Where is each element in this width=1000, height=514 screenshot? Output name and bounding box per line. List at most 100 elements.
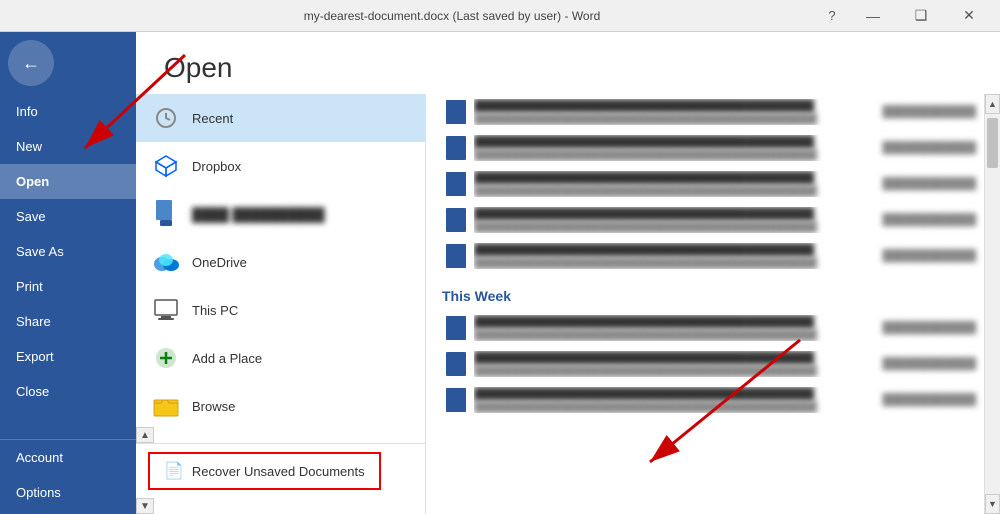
sidebar-item-share[interactable]: Share bbox=[0, 304, 136, 339]
file-item-w3[interactable]: ████████████████████████████████████████… bbox=[442, 382, 980, 418]
recover-icon: 📄 bbox=[164, 461, 184, 481]
file-path-w3: ████████████████████████████████████████… bbox=[474, 401, 874, 413]
file-item-4[interactable]: ████████████████████████████████████████… bbox=[442, 202, 980, 238]
app-body: ← Info New Open Save Save As Print Share bbox=[0, 32, 1000, 514]
file-info-w2: ████████████████████████████████████████… bbox=[474, 351, 874, 377]
file-item-w1[interactable]: ████████████████████████████████████████… bbox=[442, 310, 980, 346]
place-item-recent[interactable]: Recent bbox=[136, 94, 425, 142]
place-item-onedrive[interactable]: OneDrive bbox=[136, 238, 425, 286]
back-icon: ← bbox=[22, 53, 40, 74]
file-name-w1: ████████████████████████████████████████ bbox=[474, 315, 874, 329]
places-list: Recent Dropbox bbox=[136, 94, 425, 427]
recent-panel: ████████████████████████████████████████… bbox=[426, 94, 984, 514]
right-scrollbar: ▲ ▼ bbox=[984, 94, 1000, 514]
file-info-5: ████████████████████████████████████████… bbox=[474, 243, 874, 269]
sidebar-nav: Info New Open Save Save As Print Share E… bbox=[0, 94, 136, 514]
file-date-w2: ████████████ bbox=[882, 358, 976, 370]
right-scroll-track bbox=[985, 114, 1000, 494]
file-info-1: ████████████████████████████████████████… bbox=[474, 99, 874, 125]
file-path-w1: ████████████████████████████████████████… bbox=[474, 329, 874, 341]
sidebar-item-export[interactable]: Export bbox=[0, 339, 136, 374]
file-item-w2[interactable]: ████████████████████████████████████████… bbox=[442, 346, 980, 382]
sidebar-bottom: Account Options bbox=[0, 439, 136, 514]
browse-icon bbox=[152, 392, 180, 420]
file-path-2: ████████████████████████████████████████… bbox=[474, 149, 874, 161]
sidebar-item-open[interactable]: Open bbox=[0, 164, 136, 199]
file-date-w3: ████████████ bbox=[882, 394, 976, 406]
file-item-1[interactable]: ████████████████████████████████████████… bbox=[442, 94, 980, 130]
minimize-button[interactable]: — bbox=[850, 0, 896, 32]
sidebar-spacer bbox=[0, 409, 136, 439]
right-scroll-up[interactable]: ▲ bbox=[985, 94, 1000, 114]
file-info-3: ████████████████████████████████████████… bbox=[474, 171, 874, 197]
recent-files-above: ████████████████████████████████████████… bbox=[442, 94, 980, 274]
maximize-button[interactable]: ❑ bbox=[898, 0, 944, 32]
file-date-1: ████████████ bbox=[882, 106, 976, 118]
file-path-1: ████████████████████████████████████████… bbox=[474, 113, 874, 125]
place-label-browse: Browse bbox=[192, 399, 235, 414]
recover-label: Recover Unsaved Documents bbox=[192, 464, 365, 479]
place-label-recent: Recent bbox=[192, 111, 233, 126]
sidebar-item-print[interactable]: Print bbox=[0, 269, 136, 304]
file-icon-4 bbox=[446, 208, 466, 232]
close-button[interactable]: ✕ bbox=[946, 0, 992, 32]
right-panel-wrapper: ████████████████████████████████████████… bbox=[426, 94, 1000, 514]
file-name-3: ████████████████████████████████████████ bbox=[474, 171, 874, 185]
file-item-3[interactable]: ████████████████████████████████████████… bbox=[442, 166, 980, 202]
file-date-2: ████████████ bbox=[882, 142, 976, 154]
place-item-addplace[interactable]: Add a Place bbox=[136, 334, 425, 382]
file-icon-3 bbox=[446, 172, 466, 196]
sidebar-item-saveas[interactable]: Save As bbox=[0, 234, 136, 269]
places-panel: Recent Dropbox bbox=[136, 94, 426, 514]
file-info-w3: ████████████████████████████████████████… bbox=[474, 387, 874, 413]
sidebar-item-options[interactable]: Options bbox=[0, 475, 136, 510]
help-button[interactable]: ? bbox=[816, 0, 848, 32]
file-path-4: ████████████████████████████████████████… bbox=[474, 221, 874, 233]
file-icon-2 bbox=[446, 136, 466, 160]
file-icon-5 bbox=[446, 244, 466, 268]
back-button[interactable]: ← bbox=[8, 40, 54, 86]
file-name-1: ████████████████████████████████████████ bbox=[474, 99, 874, 113]
right-scroll-down[interactable]: ▼ bbox=[985, 494, 1000, 514]
dropbox-icon bbox=[152, 152, 180, 180]
custom-icon bbox=[152, 200, 180, 228]
place-item-browse[interactable]: Browse bbox=[136, 382, 425, 427]
file-info-2: ████████████████████████████████████████… bbox=[474, 135, 874, 161]
file-path-3: ████████████████████████████████████████… bbox=[474, 185, 874, 197]
file-name-2: ████████████████████████████████████████ bbox=[474, 135, 874, 149]
places-scroll-bottom[interactable]: ▼ bbox=[136, 498, 154, 514]
sidebar-item-save[interactable]: Save bbox=[0, 199, 136, 234]
file-icon-w1 bbox=[446, 316, 466, 340]
place-item-custom[interactable]: ████ ██████████ bbox=[136, 190, 425, 238]
file-date-3: ████████████ bbox=[882, 178, 976, 190]
place-item-thispc[interactable]: This PC bbox=[136, 286, 425, 334]
place-label-thispc: This PC bbox=[192, 303, 238, 318]
this-week-header: This Week bbox=[442, 274, 980, 310]
file-name-w3: ████████████████████████████████████████ bbox=[474, 387, 874, 401]
page-title: Open bbox=[164, 52, 972, 84]
title-bar-controls: ? — ❑ ✕ bbox=[816, 0, 992, 32]
sidebar-item-new[interactable]: New bbox=[0, 129, 136, 164]
addplace-icon bbox=[152, 344, 180, 372]
recent-icon bbox=[152, 104, 180, 132]
onedrive-icon bbox=[152, 248, 180, 276]
file-name-4: ████████████████████████████████████████ bbox=[474, 207, 874, 221]
title-bar-title: my-dearest-document.docx (Last saved by … bbox=[88, 9, 816, 23]
place-label-custom: ████ ██████████ bbox=[192, 207, 325, 222]
sidebar-item-close[interactable]: Close bbox=[0, 374, 136, 409]
right-scroll-thumb[interactable] bbox=[987, 118, 998, 168]
recent-files-thisweek: ████████████████████████████████████████… bbox=[442, 310, 980, 418]
sidebar-item-account[interactable]: Account bbox=[0, 440, 136, 475]
file-date-5: ████████████ bbox=[882, 250, 976, 262]
file-info-w1: ████████████████████████████████████████… bbox=[474, 315, 874, 341]
file-item-5[interactable]: ████████████████████████████████████████… bbox=[442, 238, 980, 274]
recover-area: 📄 Recover Unsaved Documents bbox=[136, 443, 425, 498]
recover-unsaved-button[interactable]: 📄 Recover Unsaved Documents bbox=[148, 452, 381, 490]
places-scroll-top[interactable]: ▲ bbox=[136, 427, 154, 443]
sidebar-item-info[interactable]: Info bbox=[0, 94, 136, 129]
file-date-w1: ████████████ bbox=[882, 322, 976, 334]
place-item-dropbox[interactable]: Dropbox bbox=[136, 142, 425, 190]
title-bar: my-dearest-document.docx (Last saved by … bbox=[0, 0, 1000, 32]
place-label-onedrive: OneDrive bbox=[192, 255, 247, 270]
file-item-2[interactable]: ████████████████████████████████████████… bbox=[442, 130, 980, 166]
